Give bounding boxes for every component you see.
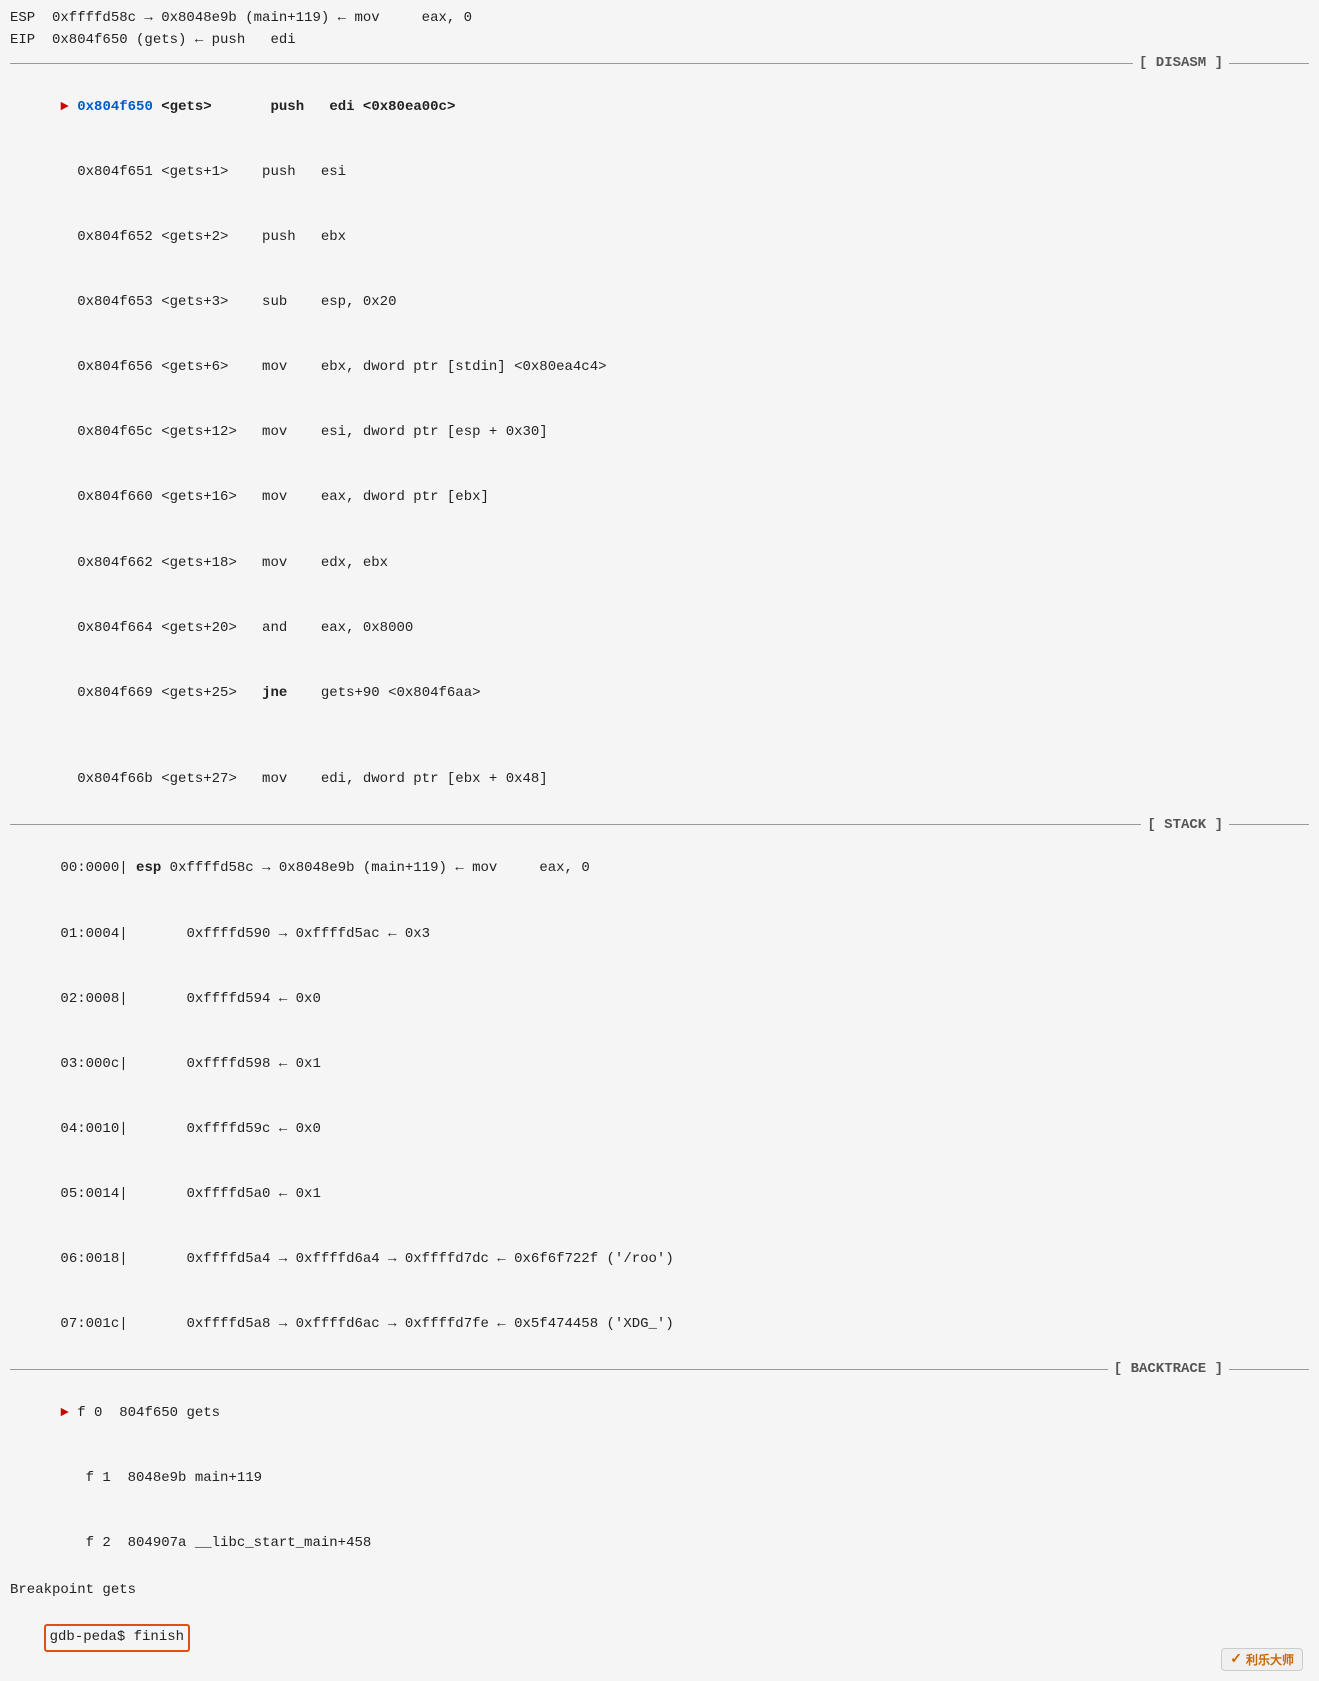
stack-table: 00:0000| esp 0xffffd58c → 0x8048e9b (mai… bbox=[10, 837, 1309, 1358]
sym-0: <gets> bbox=[161, 99, 211, 115]
stack-row-6: 06:0018| 0xffffd5a4 → 0xffffd6a4 → 0xfff… bbox=[10, 1227, 1309, 1292]
eip-register: EIP 0x804f650 (gets) ← push edi bbox=[10, 30, 1309, 52]
check-icon: ✓ bbox=[1230, 1651, 1242, 1668]
esp-label: esp bbox=[136, 860, 161, 876]
addr-0: 0x804f650 bbox=[77, 99, 153, 115]
op-0: push bbox=[271, 99, 305, 115]
terminal: ESP 0xffffd58c → 0x8048e9b (main+119) ← … bbox=[0, 0, 1319, 1681]
disasm-row-7: 0x804f662 <gets+18> mov edx, ebx bbox=[10, 531, 1309, 596]
backtrace-divider: [ BACKTRACE ] bbox=[10, 1361, 1309, 1377]
esp-register: ESP 0xffffd58c → 0x8048e9b (main+119) ← … bbox=[10, 8, 1309, 30]
logo-badge: ✓ 利乐大师 bbox=[1221, 1648, 1303, 1671]
current-arrow-0: ► bbox=[60, 99, 68, 115]
stack-row-5: 05:0014| 0xffffd5a0 ← 0x1 bbox=[10, 1162, 1309, 1227]
gdb-prompt[interactable]: gdb-peda$ finish bbox=[44, 1624, 190, 1652]
stack-label: [ STACK ] bbox=[1141, 817, 1229, 833]
stack-row-4: 04:0010| 0xffffd59c ← 0x0 bbox=[10, 1097, 1309, 1162]
stack-row-7: 07:001c| 0xffffd5a8 → 0xffffd6ac → 0xfff… bbox=[10, 1292, 1309, 1357]
logo-area: ✓ 利乐大师 bbox=[1221, 1648, 1303, 1671]
disasm-row-6: 0x804f660 <gets+16> mov eax, dword ptr [… bbox=[10, 466, 1309, 531]
args-0: edi <0x80ea00c> bbox=[329, 99, 455, 115]
disasm-row-2: 0x804f652 <gets+2> push ebx bbox=[10, 206, 1309, 271]
disasm-row-0: ► 0x804f650 <gets> push edi <0x80ea00c> bbox=[10, 75, 1309, 140]
jne-op: jne bbox=[262, 685, 287, 701]
backtrace-row-1: f 1 8048e9b main+119 bbox=[10, 1446, 1309, 1511]
disasm-row-8: 0x804f664 <gets+20> and eax, 0x8000 bbox=[10, 596, 1309, 661]
stack-row-3: 03:000c| 0xffffd598 ← 0x1 bbox=[10, 1032, 1309, 1097]
stack-row-0: 00:0000| esp 0xffffd58c → 0x8048e9b (mai… bbox=[10, 837, 1309, 902]
disasm-label: [ DISASM ] bbox=[1133, 55, 1229, 71]
bt-current-arrow: ► bbox=[60, 1405, 68, 1421]
prompt-line-wrapper: gdb-peda$ finish bbox=[10, 1602, 1309, 1673]
disasm-row-5: 0x804f65c <gets+12> mov esi, dword ptr [… bbox=[10, 401, 1309, 466]
disasm-row-4: 0x804f656 <gets+6> mov ebx, dword ptr [s… bbox=[10, 336, 1309, 401]
logo-text: 利乐大师 bbox=[1246, 1651, 1294, 1668]
backtrace-row-2: f 2 804907a __libc_start_main+458 bbox=[10, 1511, 1309, 1576]
stack-row-2: 02:0008| 0xffffd594 ← 0x0 bbox=[10, 967, 1309, 1032]
disasm-divider: [ DISASM ] bbox=[10, 55, 1309, 71]
backtrace-row-0: ► f 0 804f650 gets bbox=[10, 1381, 1309, 1446]
disasm-table: ► 0x804f650 <gets> push edi <0x80ea00c> … bbox=[10, 75, 1309, 812]
disasm-row-10 bbox=[10, 726, 1309, 748]
stack-row-1: 01:0004| 0xffffd590 → 0xffffd5ac ← 0x3 bbox=[10, 902, 1309, 967]
disasm-row-3: 0x804f653 <gets+3> sub esp, 0x20 bbox=[10, 271, 1309, 336]
stack-divider: [ STACK ] bbox=[10, 817, 1309, 833]
breakpoint-line: Breakpoint gets bbox=[10, 1580, 1309, 1602]
disasm-row-9: 0x804f669 <gets+25> jne gets+90 <0x804f6… bbox=[10, 661, 1309, 726]
backtrace-table: ► f 0 804f650 gets f 1 8048e9b main+119 … bbox=[10, 1381, 1309, 1576]
backtrace-label: [ BACKTRACE ] bbox=[1108, 1361, 1229, 1377]
disasm-row-11: 0x804f66b <gets+27> mov edi, dword ptr [… bbox=[10, 748, 1309, 813]
disasm-row-1: 0x804f651 <gets+1> push esi bbox=[10, 140, 1309, 205]
